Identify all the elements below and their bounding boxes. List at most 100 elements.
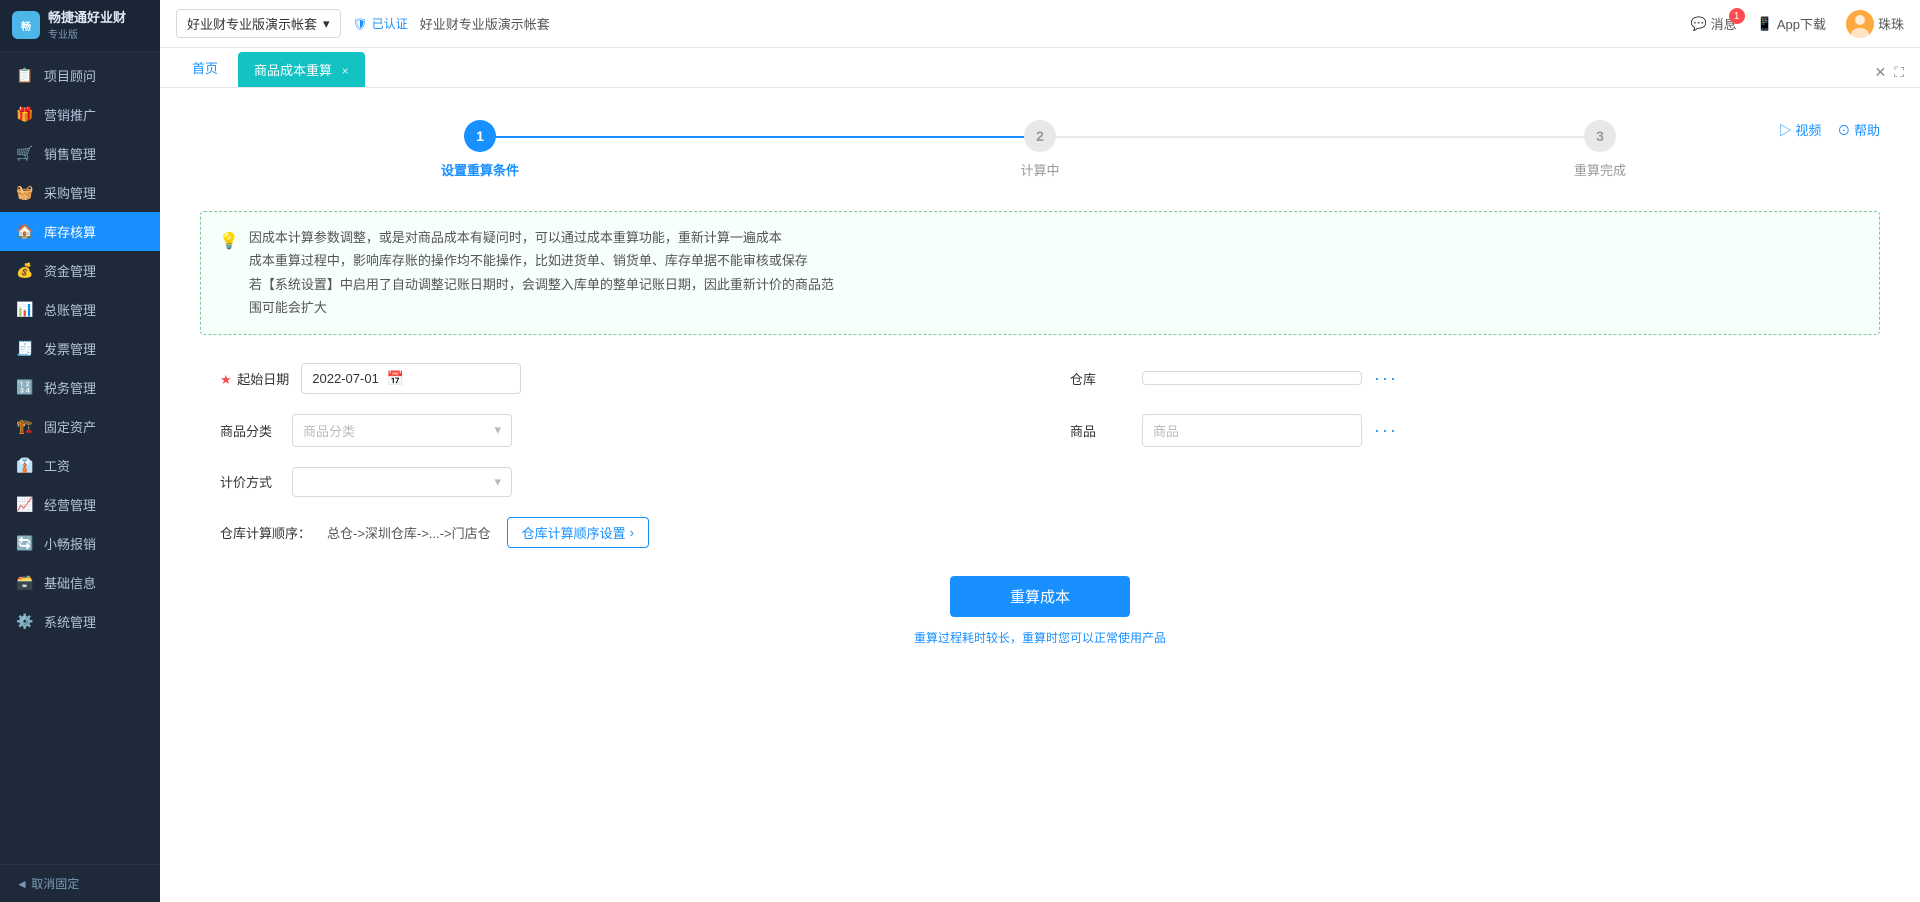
sidebar-item-project[interactable]: 📋 项目顾问 [0, 56, 160, 95]
sidebar-item-label-inventory: 库存核算 [44, 222, 96, 241]
sidebar-item-tax[interactable]: 🔢 税务管理 [0, 368, 160, 407]
payroll-icon: 👔 [16, 457, 34, 474]
mobile-icon: 📱 [1757, 16, 1773, 32]
purchase-icon: 🧺 [16, 184, 34, 201]
sidebar-item-ops[interactable]: 📈 经营管理 [0, 485, 160, 524]
recalc-hint: 重算过程耗时较长，重算时您可以正常使用产品 [914, 629, 1166, 646]
app-download-label: App下载 [1777, 14, 1826, 33]
sidebar-item-ledger[interactable]: 📊 总账管理 [0, 290, 160, 329]
recalc-section: 重算成本 重算过程耗时较长，重算时您可以正常使用产品 [220, 576, 1860, 646]
sidebar-item-label-sales: 销售管理 [44, 144, 96, 163]
warehouse-label: 仓库 [1070, 369, 1130, 388]
goods-more-button[interactable]: ··· [1374, 420, 1398, 441]
goods-input[interactable]: 商品 [1142, 414, 1362, 447]
tabbar: 首页 商品成本重算 × ✕ ⛶ [160, 48, 1920, 88]
sidebar-item-purchase[interactable]: 🧺 采购管理 [0, 173, 160, 212]
help-link[interactable]: ⊙ 帮助 [1837, 120, 1880, 139]
shield-icon: 🛡 [353, 17, 368, 31]
finance-icon: 💰 [16, 262, 34, 279]
sidebar-item-fixed[interactable]: 🏗️ 固定资产 [0, 407, 160, 446]
form-row-2: 商品分类 商品分类 ▾ 商品 商品 ··· [220, 414, 1860, 447]
form-section: ★ 起始日期 2022-07-01 📅 仓库 ··· [200, 363, 1880, 646]
recalc-button[interactable]: 重算成本 [950, 576, 1130, 617]
account-select[interactable]: 好业财专业版演示帐套 ▾ [176, 9, 341, 38]
step-1-label: 设置重算条件 [441, 160, 519, 179]
info-line-4: 围可能会扩大 [249, 296, 834, 319]
sidebar-item-label-project: 项目顾问 [44, 66, 96, 85]
sidebar-item-expense[interactable]: 🔄 小畅报销 [0, 524, 160, 563]
tab-close-button[interactable]: × [342, 64, 349, 78]
category-label: 商品分类 [220, 421, 280, 440]
pricing-label: 计价方式 [220, 472, 280, 491]
start-date-input[interactable]: 2022-07-01 📅 [301, 363, 521, 394]
sidebar-item-label-finance: 资金管理 [44, 261, 96, 280]
sidebar-edition: 专业版 [48, 26, 126, 41]
warehouse-field: 仓库 ··· [1070, 368, 1860, 389]
sidebar-item-invoice[interactable]: 🧾 发票管理 [0, 329, 160, 368]
step-1-num: 1 [476, 128, 484, 144]
content-area: 1 设置重算条件 2 计算中 3 重算完成 ▷ 视频 ⊙ 帮助 [160, 88, 1920, 902]
sidebar-unpin-button[interactable]: ◄ 取消固定 [0, 864, 160, 902]
verified-text: 已认证 [372, 15, 408, 32]
info-line-3: 若【系统设置】中启用了自动调整记账日期时，会调整入库单的整单记账日期，因此重新计… [249, 273, 834, 296]
basic-icon: 🗃️ [16, 574, 34, 591]
video-link[interactable]: ▷ 视频 [1779, 120, 1822, 139]
sidebar-item-marketing[interactable]: 🎁 营销推广 [0, 95, 160, 134]
warehouse-order-settings-button[interactable]: 仓库计算顺序设置 › [507, 517, 649, 548]
chevron-down-icon: ▾ [494, 474, 501, 490]
step-2-circle: 2 [1024, 120, 1056, 152]
marketing-icon: 🎁 [16, 106, 34, 123]
step-3-label: 重算完成 [1574, 160, 1626, 179]
tab-home[interactable]: 首页 [176, 50, 234, 87]
ledger-icon: 📊 [16, 301, 34, 318]
messages-button[interactable]: 💬 消息 1 [1690, 14, 1736, 33]
sidebar-item-payroll[interactable]: 👔 工资 [0, 446, 160, 485]
sidebar-item-system[interactable]: ⚙️ 系统管理 [0, 602, 160, 641]
warehouse-order-btn-label: 仓库计算顺序设置 [522, 523, 626, 542]
calendar-icon[interactable]: 📅 [387, 370, 404, 387]
info-line-2: 成本重算过程中，影响库存账的操作均不能操作，比如进货单、销货单、库存单据不能审核… [249, 249, 834, 272]
sidebar-item-finance[interactable]: 💰 资金管理 [0, 251, 160, 290]
user-profile[interactable]: 珠珠 [1846, 10, 1904, 38]
warehouse-order-label: 仓库计算顺序： [220, 523, 311, 542]
start-date-field: ★ 起始日期 2022-07-01 📅 [220, 363, 1010, 394]
steps-container: 1 设置重算条件 2 计算中 3 重算完成 ▷ 视频 ⊙ 帮助 [200, 120, 1880, 179]
info-text: 因成本计算参数调整，或是对商品成本有疑问时，可以通过成本重算功能，重新计算一遍成… [249, 226, 834, 320]
steps-helper: ▷ 视频 ⊙ 帮助 [1779, 120, 1880, 139]
warehouse-more-button[interactable]: ··· [1374, 368, 1398, 389]
logo-icon: 畅 [12, 11, 40, 39]
sidebar-item-label-marketing: 营销推广 [44, 105, 96, 124]
sidebar-item-inventory[interactable]: 🏠 库存核算 [0, 212, 160, 251]
sidebar-item-label-tax: 税务管理 [44, 378, 96, 397]
tab-home-label: 首页 [192, 61, 218, 76]
sidebar-item-label-purchase: 采购管理 [44, 183, 96, 202]
goods-label: 商品 [1070, 421, 1130, 440]
sidebar-item-label-fixed: 固定资产 [44, 417, 96, 436]
sidebar-item-basic[interactable]: 🗃️ 基础信息 [0, 563, 160, 602]
user-name: 珠珠 [1878, 14, 1904, 33]
category-select[interactable]: 商品分类 ▾ [292, 414, 512, 447]
step-3-num: 3 [1596, 128, 1604, 144]
sidebar-header: 畅 畅捷通好业财 专业版 [0, 0, 160, 52]
step-1-circle: 1 [464, 120, 496, 152]
pricing-select[interactable]: ▾ [292, 467, 512, 497]
warehouse-input[interactable] [1142, 371, 1362, 385]
app-download-button[interactable]: 📱 App下载 [1757, 14, 1826, 33]
fixed-icon: 🏗️ [16, 418, 34, 435]
tab-cost-recalc[interactable]: 商品成本重算 × [238, 52, 365, 87]
info-line-1: 因成本计算参数调整，或是对商品成本有疑问时，可以通过成本重算功能，重新计算一遍成… [249, 226, 834, 249]
tab-controls: ✕ ⛶ [1874, 64, 1920, 87]
info-box: 💡 因成本计算参数调整，或是对商品成本有疑问时，可以通过成本重算功能，重新计算一… [200, 211, 1880, 335]
sidebar-title-block: 畅捷通好业财 专业版 [48, 10, 126, 41]
tab-active-label: 商品成本重算 [254, 63, 332, 78]
start-date-label: ★ 起始日期 [220, 369, 289, 388]
sidebar-item-label-ops: 经营管理 [44, 495, 96, 514]
maximize-button[interactable]: ⛶ [1894, 64, 1904, 81]
category-field: 商品分类 商品分类 ▾ [220, 414, 1010, 447]
sidebar-app-name: 畅捷通好业财 [48, 10, 126, 26]
form-row-3: 计价方式 ▾ [220, 467, 1860, 497]
chevron-down-icon: ▾ [494, 422, 501, 438]
inventory-icon: 🏠 [16, 223, 34, 240]
close-window-button[interactable]: ✕ [1874, 64, 1886, 81]
sidebar-item-sales[interactable]: 🛒 销售管理 [0, 134, 160, 173]
